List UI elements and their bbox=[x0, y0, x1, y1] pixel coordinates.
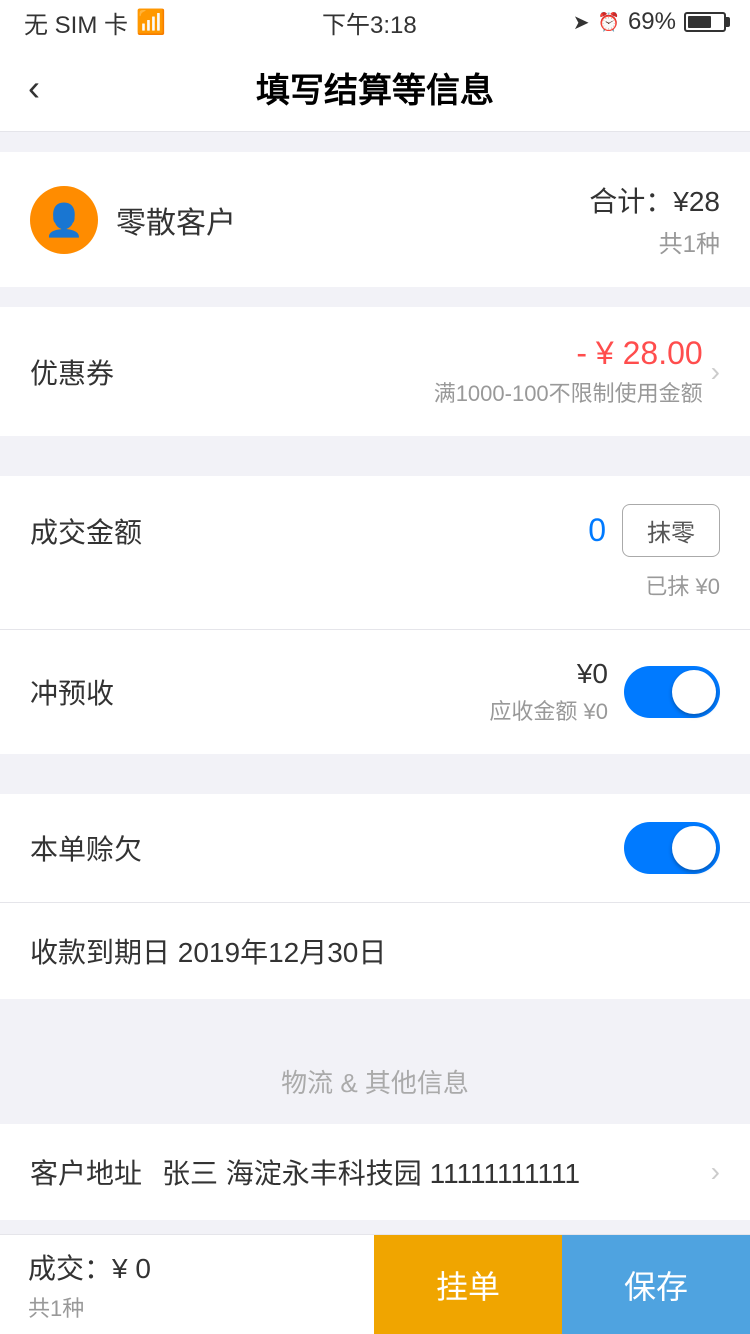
address-row[interactable]: 客户地址 张三 海淀永丰科技园 11111111111 › bbox=[0, 1124, 750, 1220]
location-icon: ➤ bbox=[573, 10, 590, 35]
debt-label: 本单赊欠 bbox=[30, 828, 142, 868]
avatar-icon: 👤 bbox=[44, 201, 84, 239]
deal-row: 成交金额 0 抹零 bbox=[30, 504, 720, 557]
duedate-text: 收款到期日 2019年12月30日 bbox=[30, 937, 386, 968]
status-time: 下午3:18 bbox=[322, 5, 417, 40]
debt-section: 本单赊欠 bbox=[0, 794, 750, 902]
deal-right: 0 抹零 bbox=[588, 504, 720, 557]
debt-toggle[interactable] bbox=[624, 822, 720, 874]
section-gap-1 bbox=[0, 287, 750, 307]
deal-section: 成交金额 0 抹零 已抹 ¥0 bbox=[0, 476, 750, 629]
address-label: 客户地址 bbox=[30, 1152, 142, 1192]
section-gap-2 bbox=[0, 436, 750, 456]
address-chevron: › bbox=[711, 1156, 720, 1188]
logistics-label: 物流 & 其他信息 bbox=[281, 1068, 469, 1098]
address-value: 张三 海淀永丰科技园 11111111111 bbox=[162, 1152, 711, 1192]
address-chevron-icon: › bbox=[711, 1156, 720, 1188]
logistics-section: 物流 & 其他信息 bbox=[0, 1039, 750, 1124]
prepay-row: 冲预收 ¥0 应收金额 ¥0 bbox=[0, 629, 750, 754]
wifi-icon: 📶 bbox=[136, 8, 166, 37]
prepay-toggle[interactable] bbox=[624, 666, 720, 718]
customer-count: 共1种 bbox=[589, 224, 720, 259]
round-button[interactable]: 抹零 bbox=[622, 504, 720, 557]
hang-button[interactable]: 挂单 bbox=[374, 1235, 562, 1334]
carrier-text: 无 SIM 卡 bbox=[24, 5, 128, 40]
bottom-summary: 成交：¥ 0 共1种 bbox=[0, 1235, 374, 1334]
prepay-receivable: 应收金额 ¥0 bbox=[489, 694, 608, 726]
prepay-right: ¥0 应收金额 ¥0 bbox=[489, 658, 720, 726]
prepay-amount: ¥0 bbox=[489, 658, 608, 690]
customer-row: 👤 零散客户 合计：¥28 共1种 bbox=[0, 152, 750, 287]
deal-label: 成交金额 bbox=[30, 511, 142, 551]
bottom-bar: 成交：¥ 0 共1种 挂单 保存 bbox=[0, 1234, 750, 1334]
prepay-label: 冲预收 bbox=[30, 672, 114, 712]
toggle-knob bbox=[672, 670, 716, 714]
customer-avatar: 👤 bbox=[30, 186, 98, 254]
battery-text: 69% bbox=[628, 8, 676, 36]
battery-fill bbox=[688, 16, 711, 28]
already-rounded-text: 已抹 ¥0 bbox=[30, 569, 720, 601]
battery-icon bbox=[684, 12, 726, 32]
deal-value: 0 bbox=[588, 512, 606, 549]
coupon-desc: 满1000-100不限制使用金额 bbox=[434, 376, 703, 408]
bottom-summary-label: 成交： bbox=[28, 1253, 112, 1284]
coupon-label: 优惠券 bbox=[30, 352, 114, 392]
coupon-amount: - ¥ 28.00 bbox=[434, 335, 703, 372]
status-left: 无 SIM 卡 📶 bbox=[24, 5, 166, 40]
customer-summary: 合计：¥28 共1种 bbox=[589, 180, 720, 259]
coupon-detail: - ¥ 28.00 满1000-100不限制使用金额 bbox=[434, 335, 703, 408]
bottom-summary-count: 共1种 bbox=[28, 1291, 346, 1323]
save-button-label: 保存 bbox=[624, 1262, 688, 1308]
prepay-amounts: ¥0 应收金额 ¥0 bbox=[489, 658, 608, 726]
bottom-summary-line: 成交：¥ 0 bbox=[28, 1247, 346, 1287]
status-right: ➤ ⏰ 69% bbox=[573, 8, 726, 36]
customer-info: 👤 零散客户 bbox=[30, 186, 236, 254]
bottom-summary-amount: ¥ 0 bbox=[112, 1253, 151, 1284]
nav-bar: ‹ 填写结算等信息 bbox=[0, 44, 750, 132]
section-gap-4 bbox=[0, 999, 750, 1019]
hang-button-label: 挂单 bbox=[436, 1262, 500, 1308]
coupon-right: - ¥ 28.00 满1000-100不限制使用金额 › bbox=[434, 335, 720, 408]
coupon-chevron-icon: › bbox=[711, 356, 720, 388]
back-button[interactable]: ‹ bbox=[28, 67, 40, 109]
coupon-row[interactable]: 优惠券 - ¥ 28.00 满1000-100不限制使用金额 › bbox=[0, 307, 750, 436]
customer-total: 合计：¥28 bbox=[589, 180, 720, 220]
debt-toggle-knob bbox=[672, 826, 716, 870]
section-gap-3 bbox=[0, 754, 750, 774]
save-button[interactable]: 保存 bbox=[562, 1235, 750, 1334]
page-title: 填写结算等信息 bbox=[256, 63, 494, 112]
status-bar: 无 SIM 卡 📶 下午3:18 ➤ ⏰ 69% bbox=[0, 0, 750, 44]
duedate-row: 收款到期日 2019年12月30日 bbox=[0, 902, 750, 999]
customer-name: 零散客户 bbox=[116, 198, 236, 242]
alarm-icon: ⏰ bbox=[598, 12, 620, 33]
